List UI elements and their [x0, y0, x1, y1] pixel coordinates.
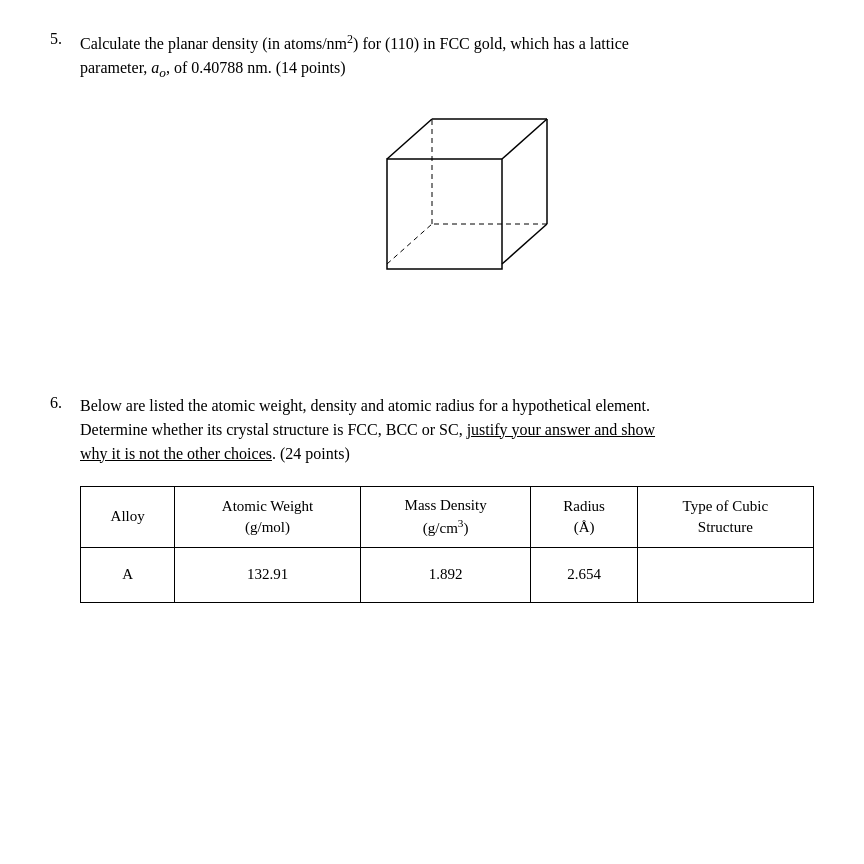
q6-underline1: justify your answer and show [467, 421, 655, 438]
col-header-mass-density: Mass Density(g/cm3) [360, 486, 531, 547]
col-header-radius: Radius(Å) [531, 486, 637, 547]
q5-text-part1: Calculate the planar density (in atoms/n… [80, 35, 629, 52]
question-5-content: Calculate the planar density (in atoms/n… [80, 30, 814, 364]
question-6-text: Below are listed the atomic weight, dens… [80, 394, 814, 466]
cell-radius: 2.654 [531, 547, 637, 602]
col-header-alloy: Alloy [81, 486, 175, 547]
cell-atomic-weight: 132.91 [175, 547, 361, 602]
svg-line-4 [502, 224, 547, 264]
question-5-text: Calculate the planar density (in atoms/n… [80, 30, 814, 84]
svg-line-1 [387, 119, 432, 159]
cell-mass-density: 1.892 [360, 547, 531, 602]
question-5-number: 5. [50, 30, 80, 364]
data-table-container: Alloy Atomic Weight(g/mol) Mass Density(… [80, 486, 814, 603]
cube-svg [347, 104, 567, 324]
question-6: 6. Below are listed the atomic weight, d… [50, 394, 814, 603]
q6-text-line2: Determine whether its crystal structure … [80, 421, 655, 438]
col-header-structure: Type of CubicStructure [637, 486, 813, 547]
question-6-number: 6. [50, 394, 80, 603]
data-table: Alloy Atomic Weight(g/mol) Mass Density(… [80, 486, 814, 603]
cell-alloy: A [81, 547, 175, 602]
q5-text-line2: parameter, ao, of 0.40788 nm. (14 points… [80, 59, 346, 76]
question-5: 5. Calculate the planar density (in atom… [50, 30, 814, 364]
q6-underline2: why it is not the other choices [80, 445, 272, 462]
cell-structure [637, 547, 813, 602]
question-6-content: Below are listed the atomic weight, dens… [80, 394, 814, 603]
cube-diagram [80, 104, 814, 324]
svg-line-2 [502, 119, 547, 159]
q6-text-line1: Below are listed the atomic weight, dens… [80, 397, 650, 414]
table-row: A 132.91 1.892 2.654 [81, 547, 814, 602]
table-header-row: Alloy Atomic Weight(g/mol) Mass Density(… [81, 486, 814, 547]
svg-rect-0 [387, 159, 502, 269]
col-header-atomic-weight: Atomic Weight(g/mol) [175, 486, 361, 547]
q6-text-line3: why it is not the other choices. (24 poi… [80, 445, 350, 462]
svg-line-6 [387, 224, 432, 264]
q5-italic-a: ao [151, 59, 166, 76]
